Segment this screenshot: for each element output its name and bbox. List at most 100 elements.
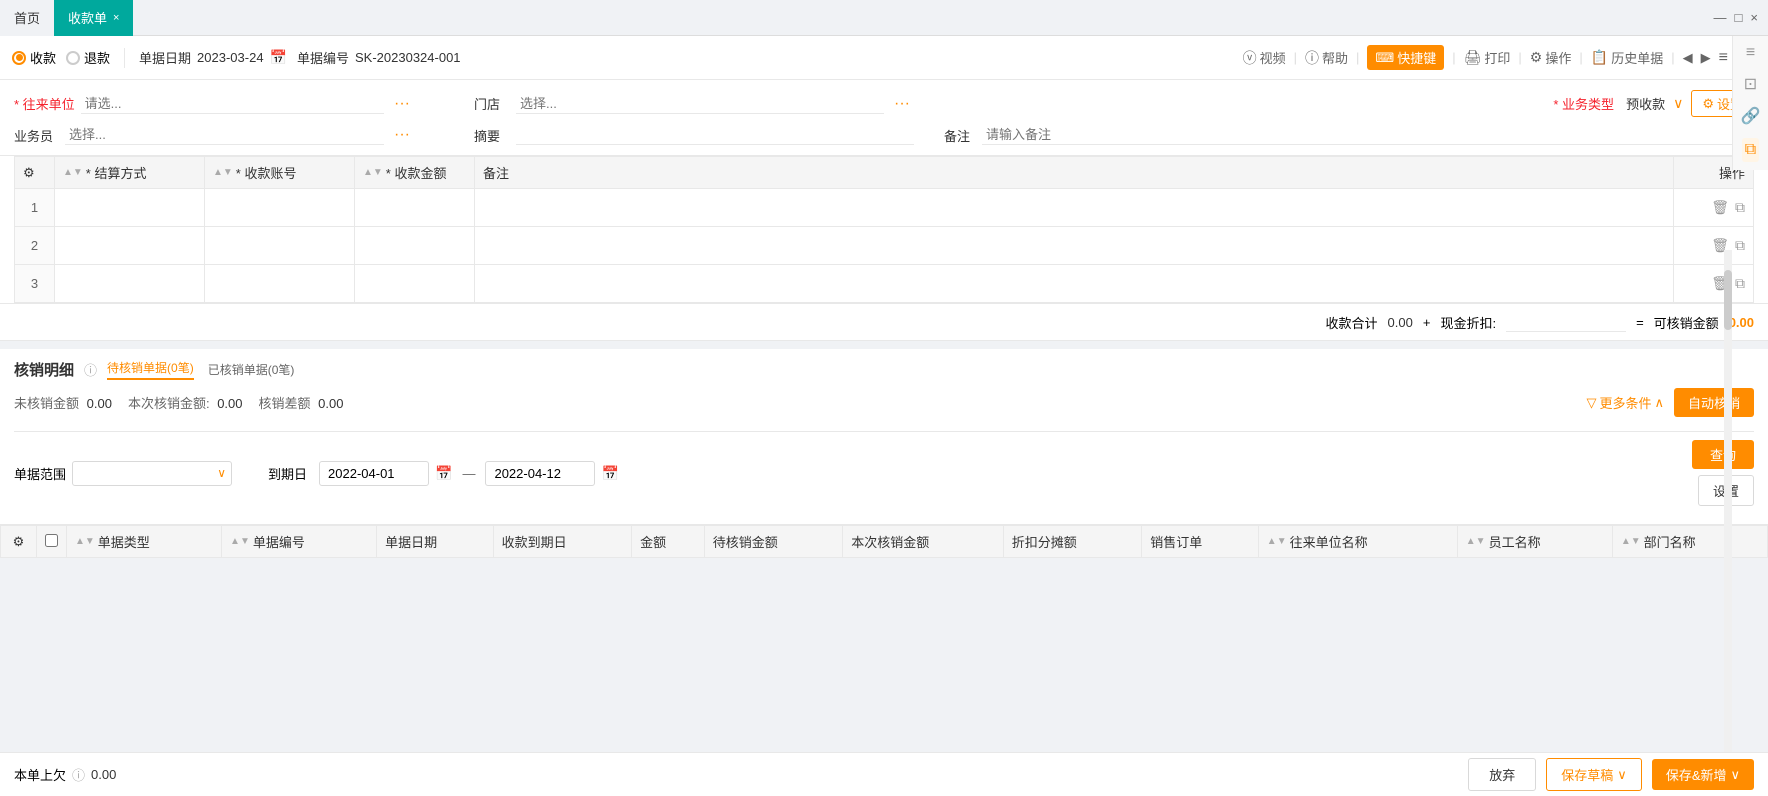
sort-docno-icon: ▲▼ bbox=[230, 537, 250, 547]
bth-doc-type-label: 单据类型 bbox=[98, 532, 150, 551]
row-1-settlement[interactable] bbox=[55, 189, 205, 227]
plus-sign: + bbox=[1423, 315, 1431, 330]
receipt-type-group: 收款 退款 bbox=[12, 48, 110, 67]
shortcut-label: 快捷键 bbox=[1397, 48, 1436, 67]
rs-link-icon[interactable]: 🔗 bbox=[1741, 106, 1761, 126]
tab-done-writeoff[interactable]: 已核销单据(0笔) bbox=[208, 361, 295, 378]
row-2-amount[interactable] bbox=[355, 227, 475, 265]
save-draft-button[interactable]: 保存草稿 ∨ bbox=[1546, 758, 1642, 791]
prev-icon[interactable]: ◀ bbox=[1683, 50, 1693, 66]
store-more-btn[interactable]: ··· bbox=[890, 95, 914, 113]
counterpart-input[interactable] bbox=[81, 94, 384, 114]
history-docs-btn[interactable]: 📋 历史单据 bbox=[1591, 48, 1663, 67]
bth-discount-label: 折扣分摊额 bbox=[1012, 535, 1077, 550]
video-label: 视频 bbox=[1260, 48, 1286, 67]
sort-amount-icon: ▲▼ bbox=[363, 168, 383, 178]
radio-refund[interactable]: 退款 bbox=[66, 48, 110, 67]
scroll-thumb[interactable] bbox=[1724, 270, 1732, 330]
store-input[interactable] bbox=[516, 94, 884, 114]
settings-icon: ⚙ bbox=[1702, 96, 1714, 112]
tab-receipts[interactable]: 收款单 × bbox=[54, 0, 133, 36]
rs-grid-icon[interactable]: ⊡ bbox=[1744, 74, 1757, 94]
doc-range-select[interactable] bbox=[72, 461, 232, 486]
auto-writeoff-button[interactable]: 自动核销 bbox=[1674, 388, 1754, 417]
salesperson-input[interactable] bbox=[65, 125, 384, 145]
row-1-delete-icon[interactable]: 🗑 bbox=[1711, 199, 1729, 216]
counterpart-field: * 往来单位 ··· bbox=[14, 94, 414, 114]
row-1-account[interactable] bbox=[205, 189, 355, 227]
date-from-input[interactable] bbox=[319, 461, 429, 486]
th-settings[interactable]: ⚙ bbox=[15, 157, 55, 189]
window-min-btn[interactable]: — bbox=[1714, 10, 1727, 25]
row-2-settlement[interactable] bbox=[55, 227, 205, 265]
save-draft-label: 保存草稿 bbox=[1561, 765, 1613, 784]
rs-expand-icon[interactable]: ⧉ bbox=[1742, 138, 1759, 162]
bth-amount-label: 金额 bbox=[640, 535, 666, 550]
help-icon: ⓘ bbox=[1305, 48, 1319, 68]
row-1-copy-icon[interactable]: ⧉ bbox=[1735, 199, 1745, 216]
save-new-button[interactable]: 保存&新增 ∨ bbox=[1652, 759, 1754, 790]
row-2-copy-icon[interactable]: ⧉ bbox=[1735, 237, 1745, 254]
tab-home[interactable]: 首页 bbox=[0, 0, 54, 36]
counterpart-more-btn[interactable]: ··· bbox=[390, 95, 414, 113]
business-type-arrow[interactable]: ∨ bbox=[1671, 95, 1685, 112]
bth-employee-label: 员工名称 bbox=[1489, 532, 1541, 551]
print-btn[interactable]: 🖨 打印 bbox=[1464, 48, 1511, 67]
help-btn[interactable]: ⓘ 帮助 bbox=[1305, 48, 1348, 68]
date-to-cal-icon[interactable]: 📅 bbox=[601, 465, 618, 482]
bth-doc-date: 单据日期 bbox=[377, 526, 494, 558]
bth-due-date-label: 收款到期日 bbox=[502, 535, 567, 550]
row-3-settlement[interactable] bbox=[55, 265, 205, 303]
th-account-label: * 收款账号 bbox=[236, 163, 297, 182]
tab-close-icon[interactable]: × bbox=[113, 12, 119, 24]
bth-doc-no-label: 单据编号 bbox=[253, 532, 305, 551]
divider-1 bbox=[124, 48, 125, 68]
video-btn[interactable]: ⓥ 视频 bbox=[1243, 48, 1286, 68]
date-from-cal-icon[interactable]: 📅 bbox=[435, 465, 452, 482]
row-3-copy-icon[interactable]: ⧉ bbox=[1735, 275, 1745, 292]
radio-receipt[interactable]: 收款 bbox=[12, 48, 56, 67]
shortcut-button[interactable]: ⌨ 快捷键 bbox=[1367, 45, 1444, 70]
window-close-btn[interactable]: × bbox=[1750, 10, 1758, 25]
row-1-amount[interactable] bbox=[355, 189, 475, 227]
row-3-ops: 🗑 ⧉ bbox=[1674, 265, 1754, 303]
bth-counterpart-label: 往来单位名称 bbox=[1290, 532, 1368, 551]
summary-input[interactable] bbox=[516, 125, 914, 145]
writeoff-info-icon[interactable]: ⓘ bbox=[84, 360, 97, 379]
abandon-button[interactable]: 放弃 bbox=[1468, 758, 1536, 791]
row-1-ops: 🗑 ⧉ bbox=[1674, 189, 1754, 227]
date-separator: — bbox=[458, 466, 479, 481]
salesperson-more-btn[interactable]: ··· bbox=[390, 126, 414, 144]
operations-btn[interactable]: ⚙ 操作 bbox=[1530, 48, 1572, 67]
row-3-amount[interactable] bbox=[355, 265, 475, 303]
bth-doc-no: ▲▼单据编号 bbox=[222, 526, 377, 558]
shortcut-btn[interactable]: ⌨ 快捷键 bbox=[1367, 45, 1444, 70]
more-conditions-btn[interactable]: ▽ 更多条件 ∧ bbox=[1586, 393, 1664, 412]
row-2-remark[interactable] bbox=[475, 227, 1674, 265]
tab-pending-writeoff[interactable]: 待核销单据(0笔) bbox=[107, 359, 194, 380]
select-all-checkbox[interactable] bbox=[45, 534, 58, 547]
divider-v5: | bbox=[1579, 50, 1582, 65]
video-icon: ⓥ bbox=[1243, 48, 1257, 68]
th-settlement-label: * 结算方式 bbox=[86, 163, 147, 182]
row-3-account[interactable] bbox=[205, 265, 355, 303]
row-3-remark[interactable] bbox=[475, 265, 1674, 303]
rs-table-icon[interactable]: ≡ bbox=[1746, 44, 1755, 62]
remark-input[interactable] bbox=[982, 125, 1754, 145]
bth-discount: 折扣分摊额 bbox=[1003, 526, 1142, 558]
calendar-icon[interactable]: 📅 bbox=[270, 49, 287, 66]
window-max-btn[interactable]: □ bbox=[1735, 10, 1743, 25]
bth-settings[interactable]: ⚙ bbox=[1, 526, 37, 558]
sort-account-icon: ▲▼ bbox=[213, 168, 233, 178]
layout-icon[interactable]: ≡ bbox=[1719, 49, 1728, 67]
query-button[interactable]: 查询 bbox=[1692, 440, 1754, 469]
remark-label: 备注 bbox=[944, 126, 970, 145]
this-doc-info-icon[interactable]: ⓘ bbox=[72, 765, 85, 784]
next-icon[interactable]: ▶ bbox=[1701, 50, 1711, 66]
date-to-input[interactable] bbox=[485, 461, 595, 486]
discount-input[interactable] bbox=[1506, 312, 1626, 332]
th-remark: 备注 bbox=[475, 157, 1674, 189]
row-2-account[interactable] bbox=[205, 227, 355, 265]
row-1-remark[interactable] bbox=[475, 189, 1674, 227]
doc-no-value: SK-20230324-001 bbox=[355, 50, 461, 65]
